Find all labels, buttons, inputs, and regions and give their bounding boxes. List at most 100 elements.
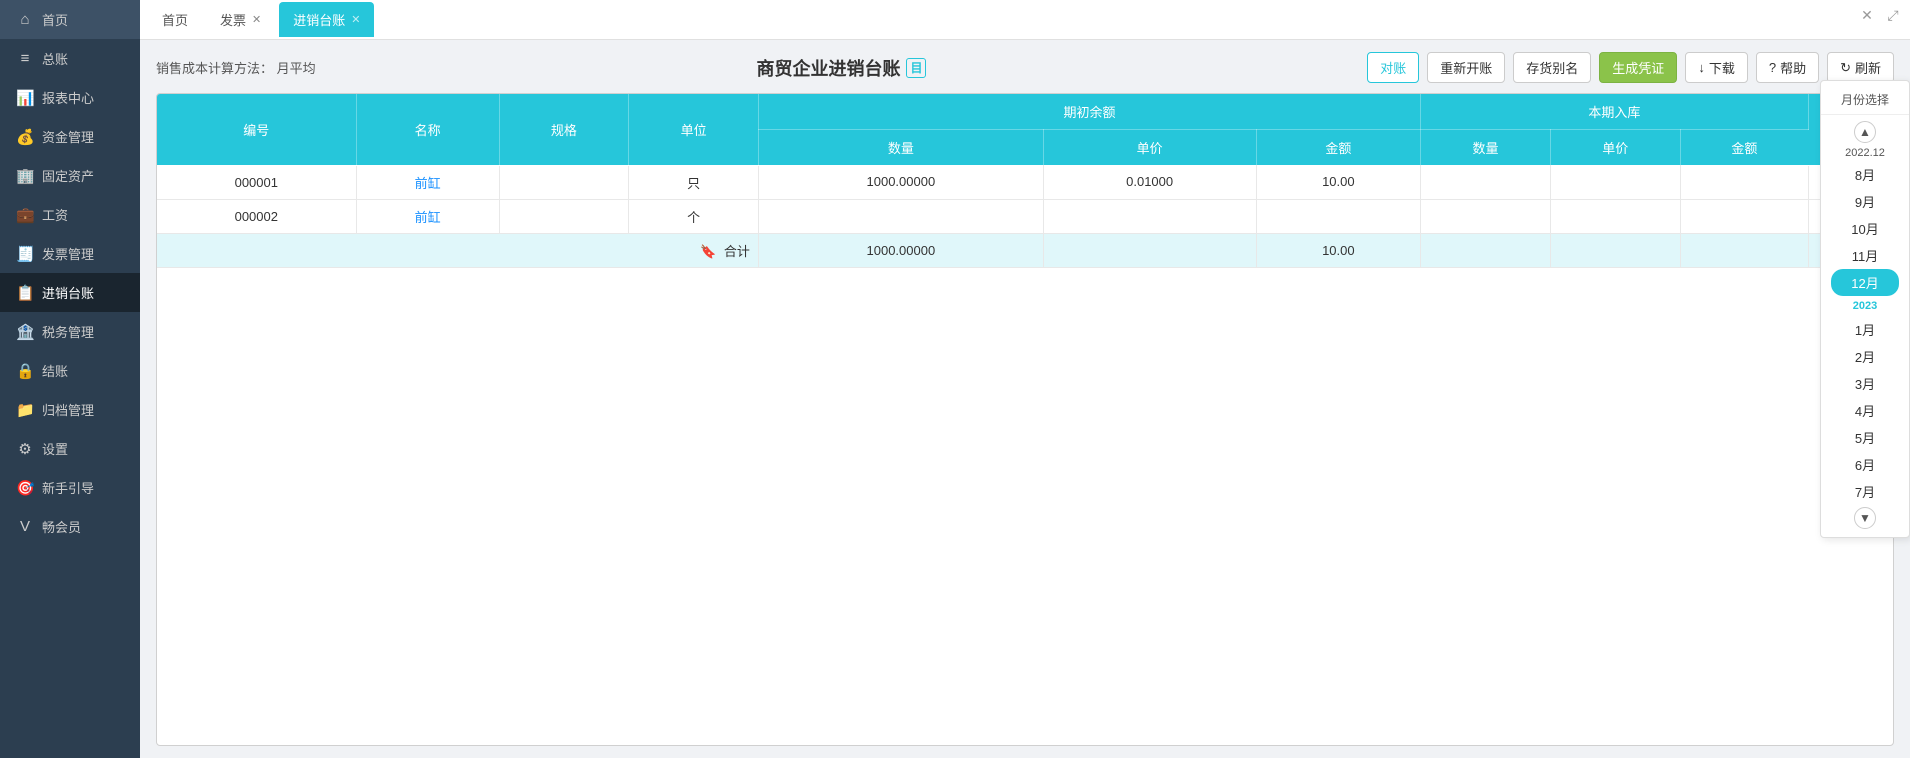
month-10[interactable]: 10月 xyxy=(1821,215,1909,242)
month-nav-up-button[interactable]: ▲ xyxy=(1854,121,1876,143)
total-init-qty: 1000.00000 xyxy=(758,233,1043,267)
archive-icon: 📁 xyxy=(16,401,34,419)
invoice-mgmt-icon: 🧾 xyxy=(16,245,34,263)
total-init-price xyxy=(1043,233,1256,267)
cell-unit: 只 xyxy=(629,165,759,199)
reconcile-label: 对账 xyxy=(1380,58,1406,77)
sidebar-item-assets[interactable]: 🏢 固定资产 xyxy=(0,156,140,195)
download-button[interactable]: ↓ 下载 xyxy=(1685,52,1748,83)
tab-invoice-close[interactable]: ✕ xyxy=(252,13,261,26)
col-header-spec: 规格 xyxy=(499,94,629,165)
col-header-in-price: 单价 xyxy=(1550,130,1680,166)
sidebar-item-label: 进销台账 xyxy=(42,283,94,302)
sidebar-item-home[interactable]: ⌂ 首页 xyxy=(0,0,140,39)
page-title: 商贸企业进销台账 xyxy=(756,55,900,81)
sidebar-item-purchase-sales[interactable]: 📋 进销台账 xyxy=(0,273,140,312)
month-8[interactable]: 8月 xyxy=(1821,161,1909,188)
maximize-button[interactable]: ⤢ xyxy=(1884,6,1902,24)
reopen-button[interactable]: 重新开账 xyxy=(1427,52,1505,83)
sidebar-item-invoice-mgmt[interactable]: 🧾 发票管理 xyxy=(0,234,140,273)
col-header-period-initial: 期初余额 xyxy=(758,94,1420,130)
tab-invoice-label: 发票 xyxy=(220,10,246,29)
total-init-amount: 10.00 xyxy=(1256,233,1421,267)
month-2023-7[interactable]: 7月 xyxy=(1821,478,1909,505)
cell-in-amount xyxy=(1680,199,1808,233)
action-buttons: 对账 重新开账 存货别名 生成凭证 ↓ 下载 ? 帮助 xyxy=(1367,52,1894,83)
sidebar-item-label: 结账 xyxy=(42,361,68,380)
sidebar-item-label: 设置 xyxy=(42,439,68,458)
cell-init-amount: 10.00 xyxy=(1256,165,1421,199)
help-button[interactable]: ? 帮助 xyxy=(1756,52,1819,83)
sidebar: ⌂ 首页 ≡ 总账 📊 报表中心 💰 资金管理 🏢 固定资产 💼 工资 🧾 发票… xyxy=(0,0,140,758)
year-2022-label: 2022.12 xyxy=(1821,145,1909,161)
sidebar-item-closing[interactable]: 🔒 结账 xyxy=(0,351,140,390)
month-11[interactable]: 11月 xyxy=(1821,242,1909,269)
main-area: ✕ ⤢ 首页 发票 ✕ 进销台账 ✕ 销售成本计算方法： 月平均 商贸企业进销台… xyxy=(140,0,1910,758)
page-title-area: 商贸企业进销台账 目 xyxy=(756,55,926,81)
sidebar-item-tax[interactable]: 🏦 税务管理 xyxy=(0,312,140,351)
month-2023-2[interactable]: 2月 xyxy=(1821,343,1909,370)
cell-in-amount xyxy=(1680,165,1808,199)
month-nav-down-button[interactable]: ▼ xyxy=(1854,507,1876,529)
purchase-sales-table: 编号 名称 规格 单位 期初余额 本期入库 数 数量 单价 金额 数量 单价 xyxy=(157,94,1893,268)
sidebar-item-ledger[interactable]: ≡ 总账 xyxy=(0,39,140,78)
cell-in-price xyxy=(1550,165,1680,199)
refresh-icon: ↻ xyxy=(1840,60,1851,76)
tab-purchase-sales-close[interactable]: ✕ xyxy=(351,13,360,26)
sidebar-item-guide[interactable]: 🎯 新手引导 xyxy=(0,468,140,507)
cell-name: 前缸 xyxy=(356,165,499,199)
month-9[interactable]: 9月 xyxy=(1821,188,1909,215)
download-icon: ↓ xyxy=(1698,60,1705,75)
window-controls: ✕ ⤢ xyxy=(1858,6,1902,24)
name-link[interactable]: 前缸 xyxy=(415,176,441,191)
cell-init-qty xyxy=(758,199,1043,233)
cell-number: 000002 xyxy=(157,199,356,233)
sidebar-item-label: 报表中心 xyxy=(42,88,94,107)
tab-purchase-sales-label: 进销台账 xyxy=(293,10,345,29)
reports-icon: 📊 xyxy=(16,89,34,107)
save-alias-button[interactable]: 存货别名 xyxy=(1513,52,1591,83)
total-in-price xyxy=(1550,233,1680,267)
month-2023-1[interactable]: 1月 xyxy=(1821,316,1909,343)
month-12[interactable]: 12月 xyxy=(1831,269,1899,296)
month-2023-3[interactable]: 3月 xyxy=(1821,370,1909,397)
total-in-amount xyxy=(1680,233,1808,267)
refresh-button[interactable]: ↻ 刷新 xyxy=(1827,52,1894,83)
assets-icon: 🏢 xyxy=(16,167,34,185)
guide-icon: 🎯 xyxy=(16,479,34,497)
name-link[interactable]: 前缸 xyxy=(415,210,441,225)
generate-voucher-label: 生成凭证 xyxy=(1612,58,1664,77)
sidebar-item-vip[interactable]: V 畅会员 xyxy=(0,507,140,546)
col-header-name: 名称 xyxy=(356,94,499,165)
tab-home[interactable]: 首页 xyxy=(148,2,202,37)
total-in-qty xyxy=(1421,233,1551,267)
table-row: 000001 前缸 只 1000.00000 0.01000 10.00 xyxy=(157,165,1893,199)
col-header-in-amount: 金额 xyxy=(1680,130,1808,166)
sidebar-item-label: 总账 xyxy=(42,49,68,68)
sidebar-item-settings[interactable]: ⚙ 设置 xyxy=(0,429,140,468)
total-label: 合计 xyxy=(724,244,750,259)
generate-voucher-button[interactable]: 生成凭证 xyxy=(1599,52,1677,83)
tab-purchase-sales[interactable]: 进销台账 ✕ xyxy=(279,2,374,37)
reconcile-button[interactable]: 对账 xyxy=(1367,52,1419,83)
cell-in-qty xyxy=(1421,199,1551,233)
sidebar-item-reports[interactable]: 📊 报表中心 xyxy=(0,78,140,117)
close-button[interactable]: ✕ xyxy=(1858,6,1876,24)
sidebar-item-payroll[interactable]: 💼 工资 xyxy=(0,195,140,234)
sidebar-item-archive[interactable]: 📁 归档管理 xyxy=(0,390,140,429)
month-2023-6[interactable]: 6月 xyxy=(1821,451,1909,478)
purchase-sales-icon: 📋 xyxy=(16,284,34,302)
month-2023-4[interactable]: 4月 xyxy=(1821,397,1909,424)
info-bar: 销售成本计算方法： 月平均 商贸企业进销台账 目 对账 重新开账 存货别名 生成… xyxy=(156,52,1894,83)
sidebar-item-label: 税务管理 xyxy=(42,322,94,341)
tab-home-label: 首页 xyxy=(162,10,188,29)
tab-bar: 首页 发票 ✕ 进销台账 ✕ xyxy=(140,0,1910,40)
month-2023-5[interactable]: 5月 xyxy=(1821,424,1909,451)
sidebar-item-funds[interactable]: 💰 资金管理 xyxy=(0,117,140,156)
edit-title-icon[interactable]: 目 xyxy=(906,58,926,78)
tab-invoice[interactable]: 发票 ✕ xyxy=(206,2,275,37)
sidebar-item-label: 畅会员 xyxy=(42,517,81,536)
col-header-price: 单价 xyxy=(1043,130,1256,166)
total-icon: 🔖 xyxy=(700,244,716,259)
cell-init-amount xyxy=(1256,199,1421,233)
